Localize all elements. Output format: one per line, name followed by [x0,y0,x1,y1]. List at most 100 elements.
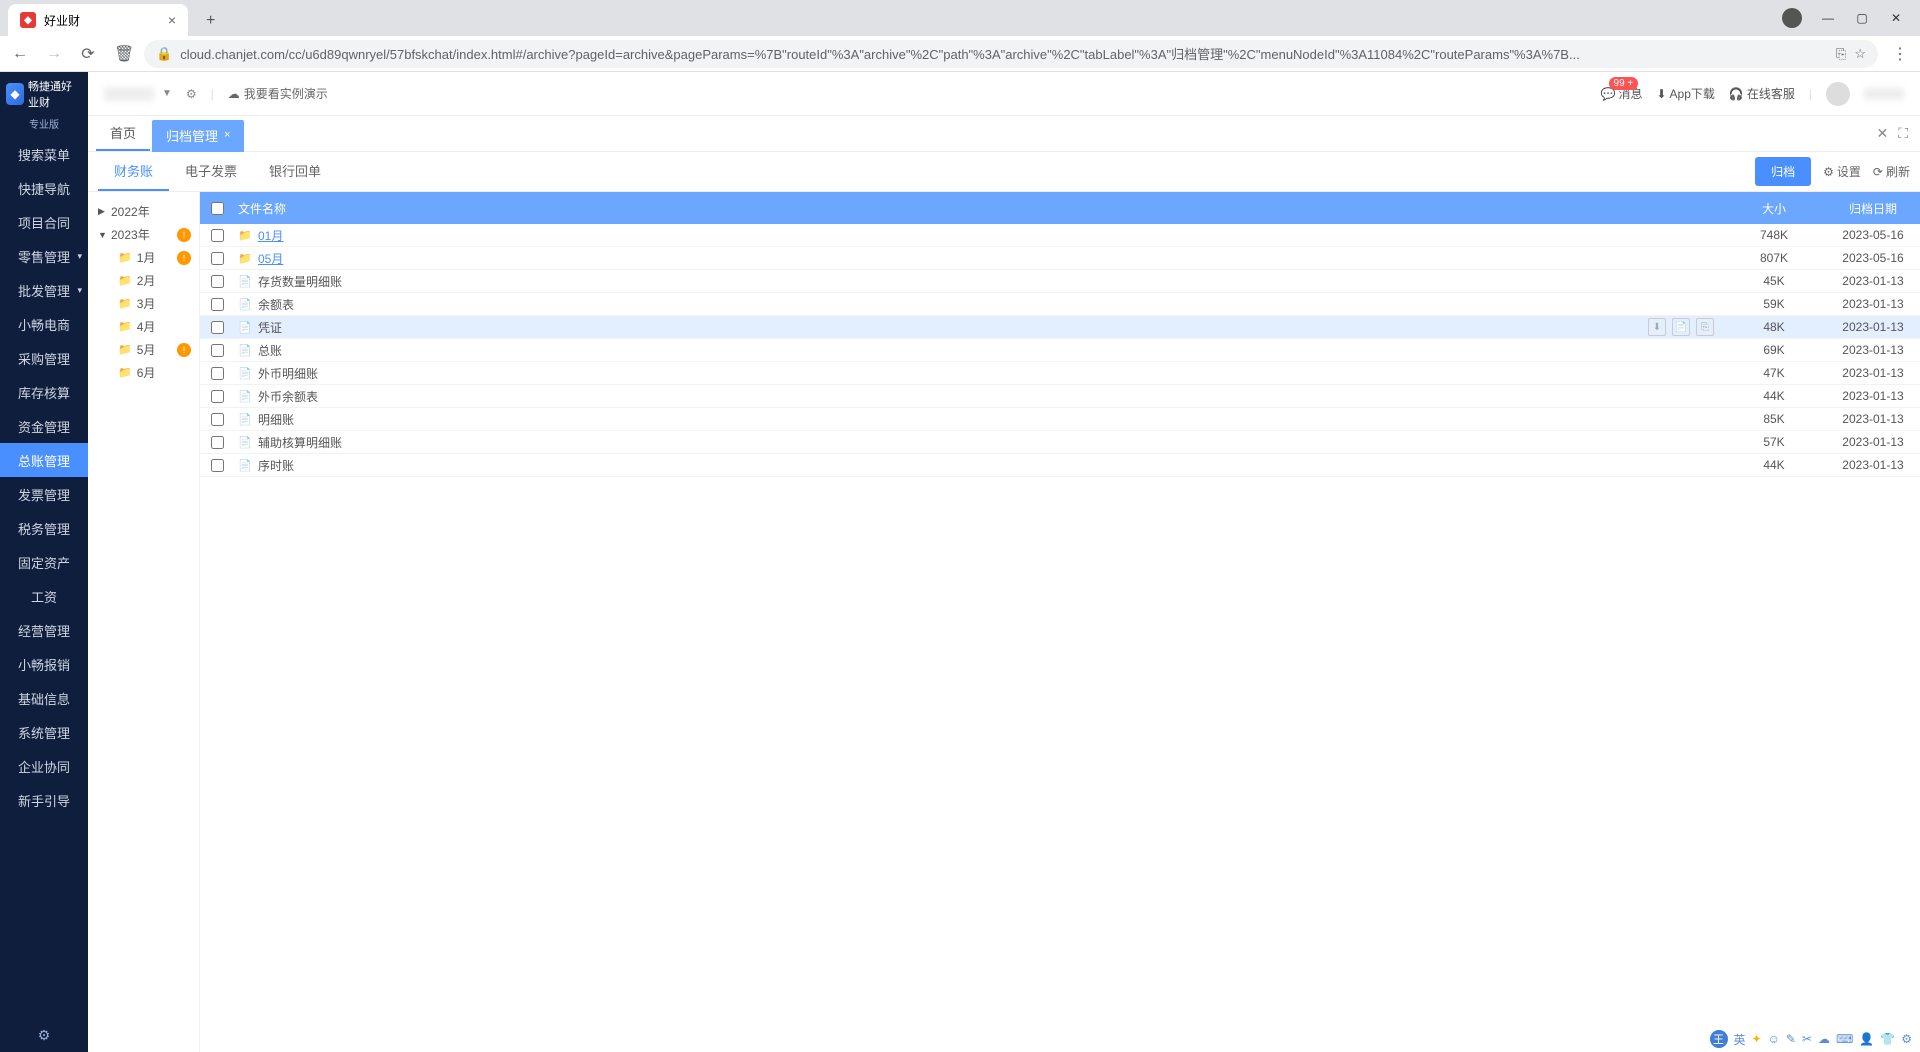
close-icon[interactable]: × [168,12,176,28]
col-date[interactable]: 归档日期 [1826,200,1920,217]
demo-link[interactable]: ☁ 我要看实例演示 [228,85,328,102]
action-icon[interactable]: 📄 [1672,318,1690,336]
table-row[interactable]: 📄序时账 44K 2023-01-13 [200,454,1920,477]
sidebar-item[interactable]: 新手引导 [0,783,88,817]
sidebar-item[interactable]: 快捷导航 [0,171,88,205]
row-checkbox[interactable] [211,413,224,426]
table-row[interactable]: 📄凭证⬇📄⎘ 48K 2023-01-13 [200,316,1920,339]
action-icon[interactable]: ⬇ [1648,318,1666,336]
ime-icon[interactable]: 👕 [1880,1032,1895,1046]
sidebar-item[interactable]: 零售管理▾ [0,239,88,273]
row-checkbox[interactable] [211,321,224,334]
install-app-icon[interactable]: ⎘ [1836,46,1846,62]
close-all-icon[interactable]: ✕ [1876,125,1888,142]
url-input[interactable]: 🔒 cloud.chanjet.com/cc/u6d89qwnryel/57bf… [144,40,1878,68]
col-filename[interactable]: 文件名称 [234,200,1722,217]
fullscreen-icon[interactable]: ⛶ [1898,125,1908,142]
table-row[interactable]: 📁05月 807K 2023-05-16 [200,247,1920,270]
table-row[interactable]: 📄总账 69K 2023-01-13 [200,339,1920,362]
table-row[interactable]: 📄存货数量明细账 45K 2023-01-13 [200,270,1920,293]
sidebar-item[interactable]: 发票管理 [0,477,88,511]
row-checkbox[interactable] [211,252,224,265]
row-checkbox[interactable] [211,229,224,242]
row-checkbox[interactable] [211,344,224,357]
account-icon[interactable] [1782,8,1802,28]
reload-icon[interactable]: ⟳ [76,40,100,68]
sidebar-item[interactable]: 经营管理 [0,613,88,647]
minimize-icon[interactable]: — [1812,4,1844,32]
ime-icon[interactable]: 👤 [1859,1032,1874,1046]
sidebar-item[interactable]: 固定资产 [0,545,88,579]
settings-link[interactable]: ⚙设置 [1823,163,1861,180]
ime-icon[interactable]: ✎ [1786,1032,1796,1046]
service-button[interactable]: 🎧 在线客服 [1729,85,1795,102]
table-row[interactable]: 📁01月 748K 2023-05-16 [200,224,1920,247]
ime-icon[interactable]: ⌨ [1836,1032,1853,1046]
tree-month[interactable]: 📁1月! [92,246,195,269]
tab-einvoice[interactable]: 电子发票 [169,152,253,191]
table-row[interactable]: 📄辅助核算明细账 57K 2023-01-13 [200,431,1920,454]
tree-year-2022[interactable]: ▶ 2022年 [92,200,195,223]
action-icon[interactable]: ⎘ [1696,318,1714,336]
forward-icon[interactable]: → [42,41,66,67]
ime-logo-icon[interactable]: 王 [1710,1030,1728,1048]
ime-lang[interactable]: 英 [1734,1031,1746,1048]
row-checkbox[interactable] [211,390,224,403]
tree-month[interactable]: 📁2月 [92,269,195,292]
sidebar-item[interactable]: 工资 [0,579,88,613]
app-logo[interactable]: ◆ 畅捷通好业财 [0,72,88,116]
sidebar-item[interactable]: 系统管理 [0,715,88,749]
ime-icon[interactable]: ☁ [1818,1032,1830,1046]
row-checkbox[interactable] [211,275,224,288]
col-size[interactable]: 大小 [1722,200,1826,217]
tab-bank[interactable]: 银行回单 [253,152,337,191]
menu-icon[interactable]: ⋮ [1888,40,1912,68]
check-all[interactable] [211,202,224,215]
gear-icon[interactable]: ⚙ [186,87,197,101]
sidebar-item[interactable]: 小畅电商 [0,307,88,341]
sidebar-settings[interactable]: ⚙ [0,1018,88,1052]
row-checkbox[interactable] [211,436,224,449]
sidebar-item[interactable]: 采购管理 [0,341,88,375]
table-row[interactable]: 📄明细账 85K 2023-01-13 [200,408,1920,431]
star-icon[interactable]: ☆ [1854,46,1866,62]
row-checkbox[interactable] [211,298,224,311]
sidebar-item[interactable]: 小畅报销 [0,647,88,681]
table-row[interactable]: 📄外币明细账 47K 2023-01-13 [200,362,1920,385]
tab-home[interactable]: 首页 [96,116,150,151]
download-button[interactable]: ⬇ App下载 [1656,85,1714,102]
sidebar-item[interactable]: 搜索菜单 [0,137,88,171]
sidebar-item[interactable]: 企业协同 [0,749,88,783]
sidebar-item[interactable]: 批发管理▾ [0,273,88,307]
maximize-icon[interactable]: ▢ [1846,4,1878,32]
delete-icon[interactable]: 🗑 [110,40,134,68]
archive-button[interactable]: 归档 [1755,157,1811,186]
folder-link[interactable]: 05月 [258,250,283,267]
ime-icon[interactable]: ✦ [1752,1032,1762,1046]
row-checkbox[interactable] [211,367,224,380]
refresh-link[interactable]: ⟳刷新 [1873,163,1910,180]
tab-archive[interactable]: 归档管理 × [152,120,244,152]
tree-month[interactable]: 📁5月! [92,338,195,361]
table-row[interactable]: 📄余额表 59K 2023-01-13 [200,293,1920,316]
tree-month[interactable]: 📁4月 [92,315,195,338]
org-selector[interactable]: ▼ [104,87,172,101]
messages-button[interactable]: 99 + 💬 消息 [1601,85,1643,102]
ime-icon[interactable]: ⚙ [1901,1032,1912,1046]
tree-month[interactable]: 📁6月 [92,361,195,384]
ime-icon[interactable]: ✂ [1802,1032,1812,1046]
folder-link[interactable]: 01月 [258,227,283,244]
sidebar-item[interactable]: 税务管理 [0,511,88,545]
close-window-icon[interactable]: ✕ [1880,4,1912,32]
sidebar-item[interactable]: 资金管理 [0,409,88,443]
tree-year-2023[interactable]: ▼ 2023年 ! [92,223,195,246]
tree-month[interactable]: 📁3月 [92,292,195,315]
row-checkbox[interactable] [211,459,224,472]
table-row[interactable]: 📄外币余额表 44K 2023-01-13 [200,385,1920,408]
sidebar-item[interactable]: 库存核算 [0,375,88,409]
tab-finance[interactable]: 财务账 [98,152,169,191]
close-icon[interactable]: × [224,129,230,141]
sidebar-item[interactable]: 总账管理 [0,443,88,477]
back-icon[interactable]: ← [8,41,32,67]
sidebar-item[interactable]: 基础信息 [0,681,88,715]
